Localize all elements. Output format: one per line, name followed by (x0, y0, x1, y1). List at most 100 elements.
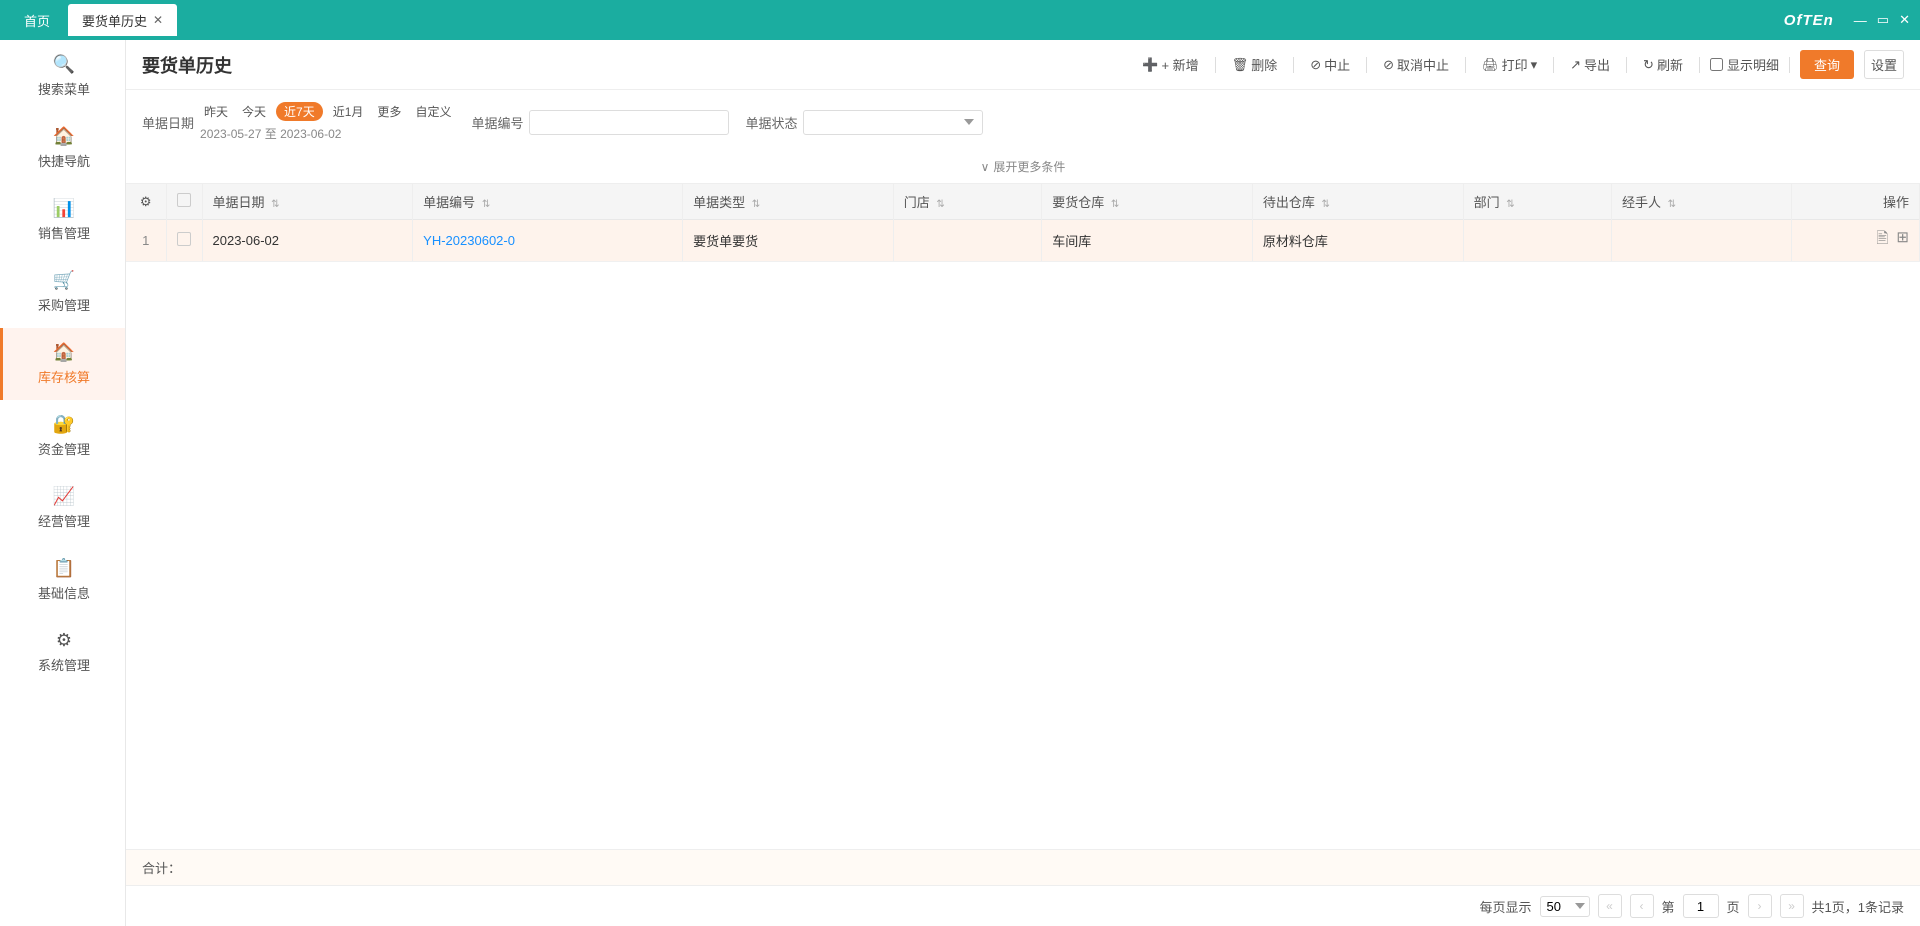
page-number-input[interactable] (1683, 894, 1719, 918)
sidebar-item-sales[interactable]: 📊 销售管理 (0, 184, 125, 256)
col-action: 操作 (1791, 184, 1919, 220)
close-window-icon[interactable]: ✕ (1899, 12, 1910, 28)
sidebar-label-finance: 资金管理 (38, 439, 90, 458)
query-button[interactable]: 查询 (1800, 50, 1854, 79)
col-settings[interactable]: ⚙ (126, 184, 166, 220)
doc-no-input[interactable] (529, 110, 729, 135)
sort-doc-type-icon[interactable]: ⇅ (752, 199, 760, 210)
doc-no-link[interactable]: YH-20230602-0 (423, 233, 515, 248)
settings-button[interactable]: 设置 (1864, 50, 1904, 79)
export-button[interactable]: ↗ 导出 (1564, 51, 1616, 78)
show-detail-checkbox[interactable] (1710, 58, 1723, 71)
row-checkbox[interactable] (166, 220, 202, 262)
expand-more-button[interactable]: ∨ 展开更多条件 (142, 152, 1904, 183)
main-layout: 🔍 搜索菜单 🏠 快捷导航 📊 销售管理 🛒 采购管理 🏠 库存核算 🔐 资金管… (0, 40, 1920, 926)
shortcut-custom[interactable]: 自定义 (411, 102, 455, 121)
col-store: 门店 ⇅ (893, 184, 1041, 220)
col-doc-no: 单据编号 ⇅ (413, 184, 683, 220)
shortcut-today[interactable]: 今天 (238, 102, 270, 121)
view-detail-icon[interactable]: 🖹 (1876, 228, 1888, 253)
page-prefix-label: 第 (1662, 897, 1675, 916)
sort-store-icon[interactable]: ⇅ (936, 199, 944, 210)
stop-button[interactable]: ⊘ 中止 (1304, 51, 1356, 78)
first-page-button[interactable]: « (1598, 894, 1622, 918)
page-title: 要货单历史 (142, 52, 232, 78)
status-select[interactable] (803, 110, 983, 135)
sidebar-item-search[interactable]: 🔍 搜索菜单 (0, 40, 125, 112)
toolbar-divider-2 (1293, 57, 1294, 73)
finance-icon: 🔐 (53, 414, 75, 435)
toolbar: ➕ + 新增 🗑 删除 ⊘ 中止 ⊘ 取消中止 (1136, 50, 1904, 79)
maximize-icon[interactable]: ▭ (1877, 12, 1889, 28)
delete-button[interactable]: 🗑 删除 (1226, 51, 1284, 78)
plus-icon: ➕ (1142, 57, 1158, 73)
summary-label: 合计： (142, 861, 181, 876)
sidebar-item-system[interactable]: ⚙ 系统管理 (0, 616, 125, 688)
toolbar-divider-6 (1626, 57, 1627, 73)
new-button[interactable]: ➕ + 新增 (1136, 51, 1204, 78)
sort-handler-icon[interactable]: ⇅ (1668, 199, 1676, 210)
sidebar-item-finance[interactable]: 🔐 资金管理 (0, 400, 125, 472)
show-detail-toggle[interactable]: 显示明细 (1710, 55, 1779, 74)
shortcut-last1month[interactable]: 近1月 (329, 102, 368, 121)
table-header-row: ⚙ 单据日期 ⇅ 单据编号 ⇅ (126, 184, 1920, 220)
sidebar-item-basic-info[interactable]: 📋 基础信息 (0, 544, 125, 616)
toolbar-divider-1 (1215, 57, 1216, 73)
sidebar-label-system: 系统管理 (38, 655, 90, 674)
more-action-icon[interactable]: ⊞ (1896, 228, 1909, 253)
col-department: 部门 ⇅ (1463, 184, 1611, 220)
per-page-select[interactable]: 50 10 20 100 (1540, 896, 1590, 917)
print-button[interactable]: 🖨 打印 ▾ (1476, 51, 1543, 78)
shortcut-last7days[interactable]: 近7天 (276, 102, 323, 121)
toolbar-divider-4 (1465, 57, 1466, 73)
sidebar-label-purchase: 采购管理 (38, 295, 90, 314)
tab-close-icon[interactable]: ✕ (153, 13, 163, 27)
row-department (1463, 220, 1611, 262)
sidebar-label-sales: 销售管理 (38, 223, 90, 242)
select-all-checkbox[interactable] (177, 193, 191, 207)
row-num: 1 (126, 220, 166, 262)
cancel-stop-button[interactable]: ⊘ 取消中止 (1377, 51, 1455, 78)
tab-home[interactable]: 首页 (10, 4, 64, 36)
sidebar-item-shortcut[interactable]: 🏠 快捷导航 (0, 112, 125, 184)
refresh-icon: ↻ (1643, 57, 1654, 73)
next-page-button[interactable]: › (1748, 894, 1772, 918)
action-icons: 🖹 ⊞ (1802, 228, 1909, 253)
pagination: 每页显示 50 10 20 100 « ‹ 第 页 › » 共1页，1条记录 (126, 885, 1920, 926)
row-doc-no: YH-20230602-0 (413, 220, 683, 262)
row-doc-type: 要货单要货 (683, 220, 894, 262)
sort-doc-no-icon[interactable]: ⇅ (482, 199, 490, 210)
prev-page-button[interactable]: ‹ (1630, 894, 1654, 918)
doc-no-label: 单据编号 (471, 113, 523, 132)
refresh-button[interactable]: ↻ 刷新 (1637, 51, 1689, 78)
row-select-checkbox[interactable] (177, 232, 191, 246)
page-header: 要货单历史 ➕ + 新增 🗑 删除 ⊘ 中止 ⊘ (126, 40, 1920, 90)
sort-pending-warehouse-icon[interactable]: ⇅ (1322, 199, 1330, 210)
expand-more-label: 展开更多条件 (993, 158, 1065, 175)
requisition-table: ⚙ 单据日期 ⇅ 单据编号 ⇅ (126, 184, 1920, 262)
sidebar-item-purchase[interactable]: 🛒 采购管理 (0, 256, 125, 328)
col-pending-warehouse: 待出仓库 ⇅ (1252, 184, 1463, 220)
sidebar-item-inventory[interactable]: 🏠 库存核算 (0, 328, 125, 400)
sort-doc-date-icon[interactable]: ⇅ (271, 199, 279, 210)
shortcut-more[interactable]: 更多 (373, 102, 405, 121)
delete-icon: 🗑 (1232, 57, 1249, 73)
sort-req-warehouse-icon[interactable]: ⇅ (1111, 199, 1119, 210)
search-icon: 🔍 (53, 54, 75, 75)
col-doc-type: 单据类型 ⇅ (683, 184, 894, 220)
last-page-button[interactable]: » (1780, 894, 1804, 918)
col-checkbox[interactable] (166, 184, 202, 220)
minimize-icon[interactable]: — (1854, 13, 1867, 28)
sidebar-item-operations[interactable]: 📈 经营管理 (0, 472, 125, 544)
expand-chevron-icon: ∨ (981, 160, 990, 174)
cancel-stop-icon: ⊘ (1383, 57, 1394, 73)
status-label: 单据状态 (745, 113, 797, 132)
tab-requisition-history[interactable]: 要货单历史 ✕ (68, 4, 177, 36)
filter-row: 单据日期 昨天 今天 近7天 近1月 更多 自定义 2023-05-27 至 2… (142, 102, 1904, 142)
sort-department-icon[interactable]: ⇅ (1506, 199, 1514, 210)
shortcut-yesterday[interactable]: 昨天 (200, 102, 232, 121)
row-doc-date: 2023-06-02 (202, 220, 413, 262)
tab-bar: 首页 要货单历史 ✕ (10, 4, 1784, 36)
purchase-icon: 🛒 (53, 270, 75, 291)
date-shortcut-buttons: 昨天 今天 近7天 近1月 更多 自定义 (200, 102, 455, 121)
